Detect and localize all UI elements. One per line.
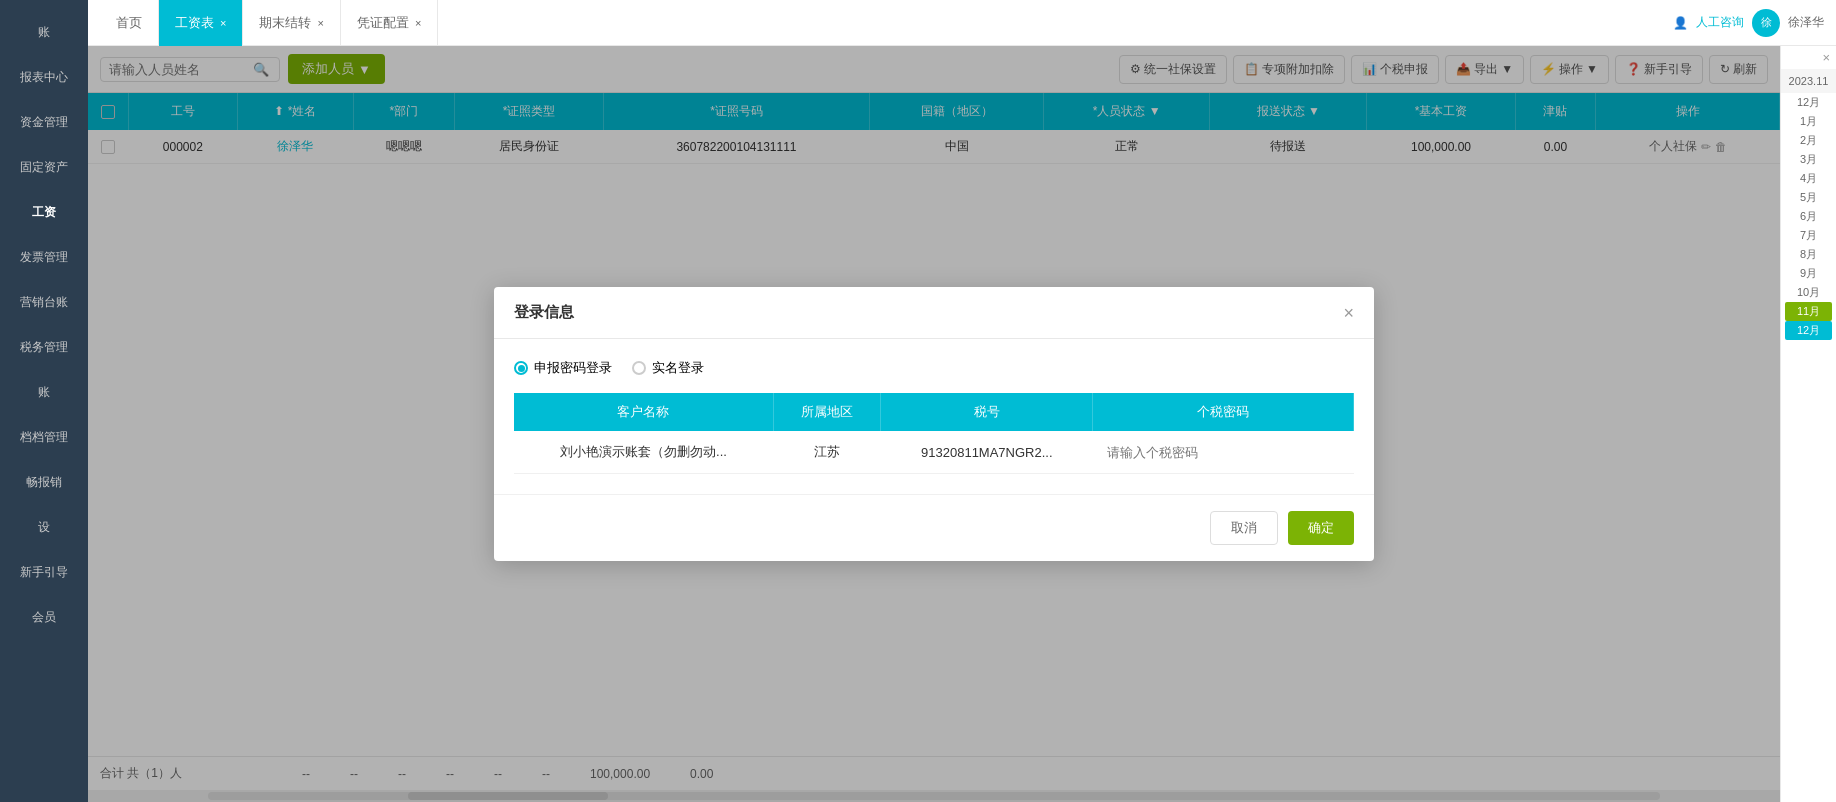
sidebar-item-tax-mgmt[interactable]: 税务管理 [0, 325, 88, 370]
modal-close-button[interactable]: × [1343, 304, 1354, 322]
sidebar-item-member[interactable]: 会员 [0, 595, 88, 640]
help-label[interactable]: 人工咨询 [1696, 14, 1744, 31]
sidebar-item-invoice-mgmt[interactable]: 发票管理 [0, 235, 88, 280]
sidebar-item-salary[interactable]: 工资 [0, 190, 88, 235]
calendar-month-12-prev[interactable]: 12月 [1781, 93, 1836, 112]
sidebar-item-fixed-assets[interactable]: 固定资产 [0, 145, 88, 190]
modal-cell-password [1093, 431, 1354, 474]
tab-voucher-config[interactable]: 凭证配置 × [341, 0, 438, 46]
tab-home[interactable]: 首页 [100, 0, 159, 46]
sidebar-item-report-center[interactable]: 报表中心 [0, 55, 88, 100]
tab-bar: 首页 工资表 × 期末结转 × 凭证配置 × 👤 人工咨询 徐 徐泽华 [88, 0, 1836, 46]
tab-period-close-btn[interactable]: × [317, 0, 323, 46]
sidebar-item-sales-ledger[interactable]: 营销台账 [0, 280, 88, 325]
calendar-month-5[interactable]: 5月 [1781, 188, 1836, 207]
calendar-month-12[interactable]: 12月 [1785, 321, 1832, 340]
login-info-modal: 登录信息 × 申报密码登录 实名登录 [494, 287, 1374, 561]
tab-period-close[interactable]: 期末结转 × [243, 0, 340, 46]
calendar-month-10[interactable]: 10月 [1781, 283, 1836, 302]
sidebar: 账 报表中心 资金管理 固定资产 工资 发票管理 营销台账 税务管理 账 档档管… [0, 0, 88, 802]
calendar-month-4[interactable]: 4月 [1781, 169, 1836, 188]
radio-password-login[interactable]: 申报密码登录 [514, 359, 612, 377]
tax-password-input[interactable] [1107, 445, 1340, 460]
sidebar-item-guide[interactable]: 新手引导 [0, 550, 88, 595]
modal-table: 客户名称 所属地区 税号 个税密码 刘小艳演示账套（勿删勿动... [514, 393, 1354, 474]
sidebar-item-ledger[interactable]: 账 [0, 370, 88, 415]
modal-body: 申报密码登录 实名登录 客户名称 [494, 339, 1374, 494]
radio-realname-login[interactable]: 实名登录 [632, 359, 704, 377]
calendar-close-button[interactable]: × [1781, 46, 1836, 69]
user-label[interactable]: 徐泽华 [1788, 14, 1824, 31]
calendar-month-11[interactable]: 11月 [1785, 302, 1832, 321]
calendar-panel: × 2023.11 12月 1月 2月 3月 4月 5月 6月 7月 8月 9月… [1780, 46, 1836, 802]
tab-salary[interactable]: 工资表 × [159, 0, 243, 46]
calendar-month-1[interactable]: 1月 [1781, 112, 1836, 131]
page-content: 🔍 添加人员 ▼ ⚙ 统一社保设置 📋 专项附加扣除 [88, 46, 1780, 802]
calendar-month-6[interactable]: 6月 [1781, 207, 1836, 226]
sidebar-item-file-mgmt[interactable]: 档档管理 [0, 415, 88, 460]
tab-voucher-close[interactable]: × [415, 0, 421, 46]
sidebar-item-expense[interactable]: 畅报销 [0, 460, 88, 505]
modal-col-password: 个税密码 [1093, 393, 1354, 431]
modal-cell-tax-id: 91320811MA7NGR2... [881, 431, 1093, 474]
tab-salary-close[interactable]: × [220, 0, 226, 46]
help-icon: 👤 [1673, 16, 1688, 30]
calendar-month-2[interactable]: 2月 [1781, 131, 1836, 150]
modal-table-row: 刘小艳演示账套（勿删勿动... 江苏 91320811MA7NGR2... [514, 431, 1354, 474]
sidebar-item-account[interactable]: 账 [0, 10, 88, 55]
calendar-month-7[interactable]: 7月 [1781, 226, 1836, 245]
calendar-month-9[interactable]: 9月 [1781, 264, 1836, 283]
modal-header: 登录信息 × [494, 287, 1374, 339]
modal-cell-region: 江苏 [773, 431, 881, 474]
calendar-month-3[interactable]: 3月 [1781, 150, 1836, 169]
confirm-button[interactable]: 确定 [1288, 511, 1354, 545]
modal-col-region: 所属地区 [773, 393, 881, 431]
calendar-month-8[interactable]: 8月 [1781, 245, 1836, 264]
calendar-year: 2023.11 [1781, 69, 1836, 93]
modal-footer: 取消 确定 [494, 494, 1374, 561]
modal-overlay: 登录信息 × 申报密码登录 实名登录 [88, 46, 1780, 802]
radio-realname-icon [632, 361, 646, 375]
cancel-button[interactable]: 取消 [1210, 511, 1278, 545]
sidebar-item-settings[interactable]: 设 [0, 505, 88, 550]
radio-password-icon [514, 361, 528, 375]
sidebar-item-fund-mgmt[interactable]: 资金管理 [0, 100, 88, 145]
modal-col-tax-id: 税号 [881, 393, 1093, 431]
modal-cell-client: 刘小艳演示账套（勿删勿动... [514, 431, 773, 474]
modal-col-client: 客户名称 [514, 393, 773, 431]
user-avatar: 徐 [1752, 9, 1780, 37]
login-type-group: 申报密码登录 实名登录 [514, 359, 1354, 377]
top-bar-right: 👤 人工咨询 徐 徐泽华 [1673, 9, 1824, 37]
modal-title: 登录信息 [514, 303, 574, 322]
